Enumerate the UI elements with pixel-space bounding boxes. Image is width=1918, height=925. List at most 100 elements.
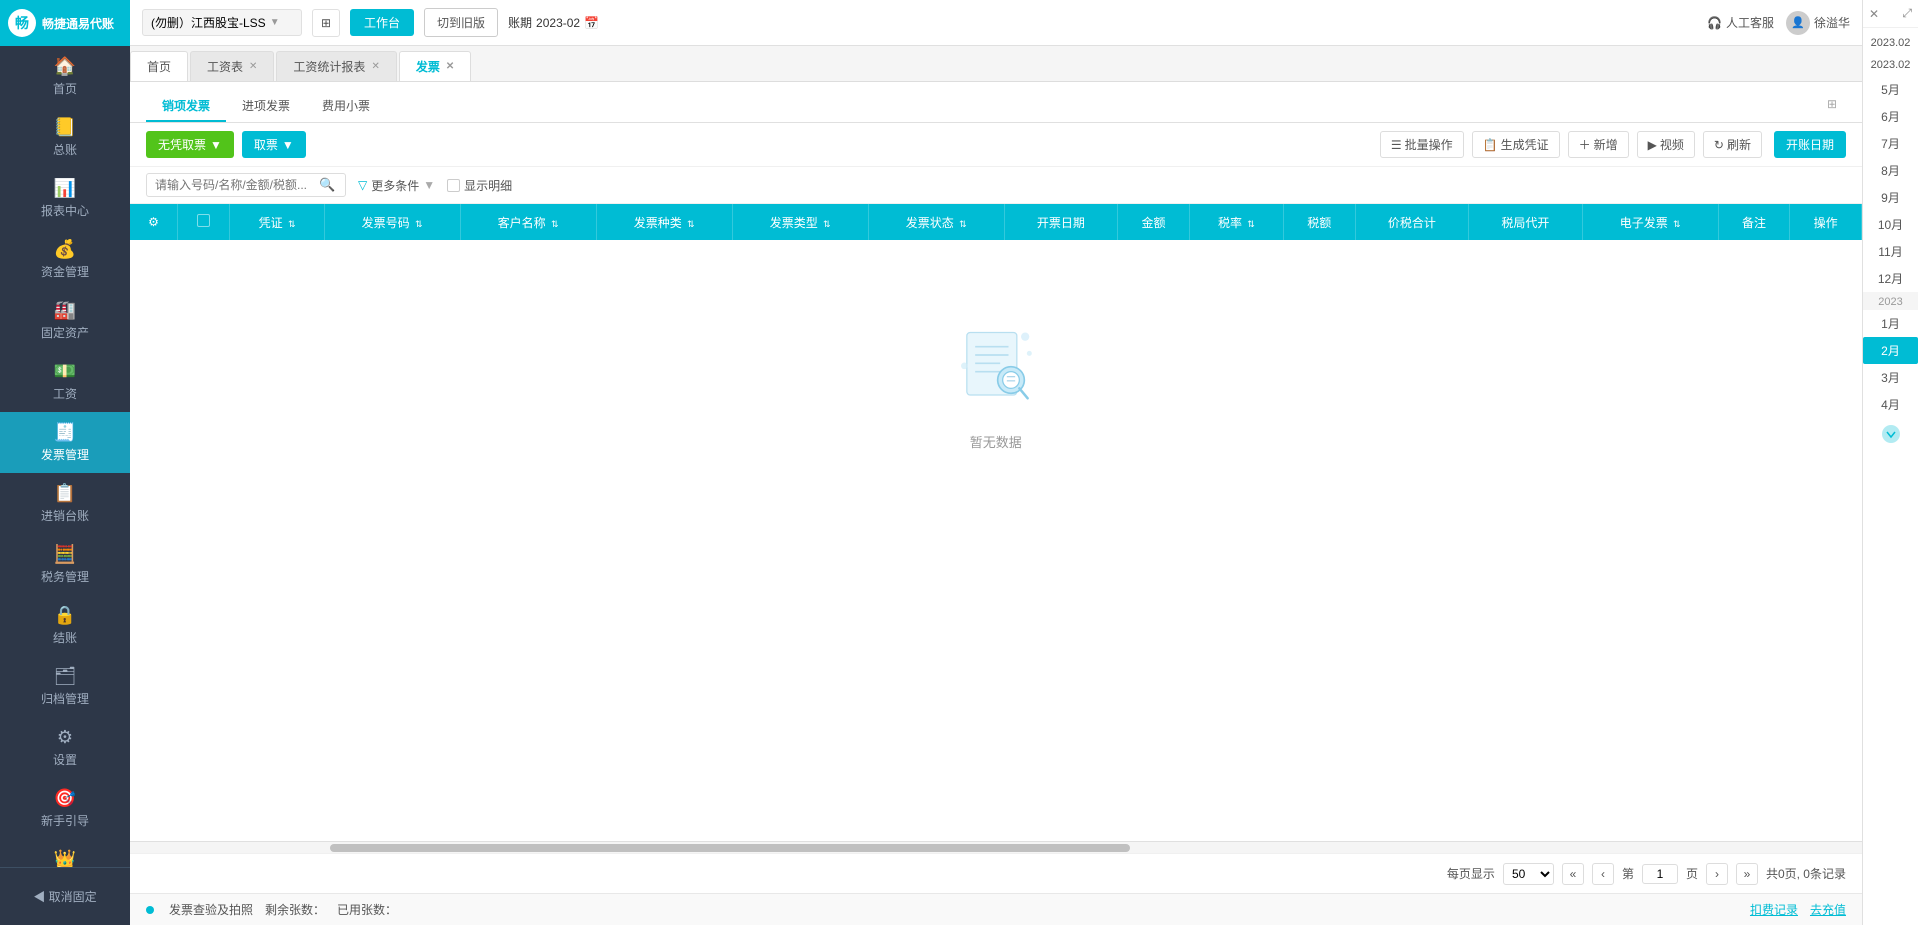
batch-ops-label: 批量操作 <box>1405 136 1453 153</box>
date-item-2023-02-second[interactable]: 2023.02 <box>1863 54 1918 76</box>
generate-voucher-icon: 📋 <box>1483 138 1498 152</box>
sidebar-item-home[interactable]: 🏠首页 <box>0 46 130 107</box>
panel-close-button[interactable]: ✕ <box>1867 5 1881 23</box>
page-size-select[interactable]: 50 20 100 <box>1503 863 1554 885</box>
scrollbar-thumb[interactable] <box>330 844 1130 852</box>
recharge-link[interactable]: 去充值 <box>1810 901 1846 918</box>
company-selector[interactable]: (勿删）江西股宝-LSS ▼ <box>142 9 302 36</box>
sort-voucher-icon: ⇅ <box>288 219 296 229</box>
sidebar-bottom[interactable]: ◀ 取消固定 <box>0 867 130 925</box>
workspace-button[interactable]: 工作台 <box>350 9 414 36</box>
member-icon: 👑 <box>54 849 76 867</box>
more-filter-button[interactable]: ▽ 更多条件 ▼ <box>358 177 435 194</box>
grid-view-icon[interactable]: ⊞ <box>1818 90 1846 118</box>
year-label-2023: 2023 <box>1863 292 1918 310</box>
date-item-7[interactable]: 7月 <box>1863 130 1918 157</box>
generate-voucher-label: 生成凭证 <box>1501 136 1549 153</box>
col-operations: 操作 <box>1790 204 1862 240</box>
ledger-icon: 📒 <box>54 117 76 138</box>
generate-voucher-button[interactable]: 📋 生成凭证 <box>1472 131 1560 158</box>
search-icon[interactable]: 🔍 <box>319 177 335 193</box>
date-item-9[interactable]: 9月 <box>1863 184 1918 211</box>
col-checkbox[interactable] <box>178 204 230 240</box>
more-filter-label: 更多条件 <box>371 177 419 194</box>
col-settings[interactable]: ⚙ <box>130 204 178 240</box>
date-item-11[interactable]: 11月 <box>1863 238 1918 265</box>
col-invoice-type[interactable]: 发票种类 ⇅ <box>596 204 732 240</box>
col-invoice-status[interactable]: 发票状态 ⇅ <box>868 204 1004 240</box>
take-button[interactable]: 取票 ▼ <box>242 131 306 158</box>
sidebar: 畅 畅捷通易代账 🏠首页📒总账📊报表中心💰资金管理🏭固定资产💵工资🧾发票管理📋进… <box>0 0 130 925</box>
sidebar-item-member[interactable]: 👑畅会员 <box>0 839 130 867</box>
sidebar-item-settings[interactable]: ⚙设置 <box>0 717 130 778</box>
tab-home[interactable]: 首页 <box>130 51 188 81</box>
last-page-button[interactable]: » <box>1736 863 1758 885</box>
date-item-8[interactable]: 8月 <box>1863 157 1918 184</box>
sub-tab-sales[interactable]: 销项发票 <box>146 91 226 122</box>
tab-invoice-close[interactable]: ✕ <box>446 61 454 72</box>
sidebar-item-invoice[interactable]: 🧾发票管理 <box>0 412 130 473</box>
date-item-2023-3[interactable]: 3月 <box>1863 364 1918 391</box>
page-input[interactable] <box>1642 864 1678 884</box>
col-e-invoice[interactable]: 电子发票 ⇅ <box>1582 204 1718 240</box>
horizontal-scrollbar[interactable] <box>130 841 1862 853</box>
check-label: 发票查验及拍照 <box>169 901 253 918</box>
tab-salary[interactable]: 工资表 ✕ <box>190 51 274 81</box>
sidebar-item-ledger[interactable]: 📒总账 <box>0 107 130 168</box>
col-voucher[interactable]: 凭证 ⇅ <box>230 204 324 240</box>
date-item-2023-02-first[interactable]: 2023.02 <box>1863 32 1918 54</box>
col-customer[interactable]: 客户名称 ⇅ <box>460 204 596 240</box>
tab-salary-stats-close[interactable]: ✕ <box>371 61 379 72</box>
search-input[interactable] <box>155 178 315 192</box>
sub-tab-expense[interactable]: 费用小票 <box>306 91 386 122</box>
sidebar-item-assets[interactable]: 🏭固定资产 <box>0 290 130 351</box>
user-profile[interactable]: 👤 徐溢华 <box>1786 11 1850 35</box>
copy-icon[interactable]: ⊞ <box>312 9 340 37</box>
tab-invoice[interactable]: 发票 ✕ <box>399 51 471 81</box>
show-detail-checkbox[interactable] <box>447 179 460 192</box>
col-tax-rate[interactable]: 税率 ⇅ <box>1189 204 1283 240</box>
date-item-10[interactable]: 10月 <box>1863 211 1918 238</box>
first-page-button[interactable]: « <box>1562 863 1584 885</box>
date-item-5[interactable]: 5月 <box>1863 76 1918 103</box>
batch-ops-button[interactable]: ☰ 批量操作 <box>1380 131 1464 158</box>
sidebar-item-archive[interactable]: 🗂归档管理 <box>0 656 130 717</box>
calendar-icon[interactable]: 📅 <box>584 16 599 30</box>
panel-expand-button[interactable]: ⤢ <box>1900 4 1914 23</box>
tab-salary-close[interactable]: ✕ <box>249 61 257 72</box>
tab-salary-stats[interactable]: 工资统计报表 ✕ <box>276 51 396 81</box>
deduction-record-link[interactable]: 扣费记录 <box>1750 901 1798 918</box>
date-item-2023-2[interactable]: 2月 <box>1863 337 1918 364</box>
next-page-button[interactable]: › <box>1706 863 1728 885</box>
sidebar-collapse-btn[interactable]: ◀ 取消固定 <box>0 878 130 915</box>
sidebar-item-close[interactable]: 🔒结账 <box>0 595 130 656</box>
col-invoice-category[interactable]: 发票类型 ⇅ <box>732 204 868 240</box>
no-voucher-button[interactable]: 无凭取票 ▼ <box>146 131 234 158</box>
sidebar-item-sales[interactable]: 📋进销台账 <box>0 473 130 534</box>
prev-page-button[interactable]: ‹ <box>1592 863 1614 885</box>
sub-tab-purchase[interactable]: 进项发票 <box>226 91 306 122</box>
scroll-down-icon[interactable] <box>1881 424 1901 444</box>
sidebar-item-salary[interactable]: 💵工资 <box>0 351 130 412</box>
take-chevron-icon: ▼ <box>282 138 294 152</box>
date-item-6[interactable]: 6月 <box>1863 103 1918 130</box>
sales-icon: 📋 <box>54 483 76 504</box>
col-invoice-no[interactable]: 发票号码 ⇅ <box>324 204 460 240</box>
date-item-12[interactable]: 12月 <box>1863 265 1918 292</box>
date-item-2023-1[interactable]: 1月 <box>1863 310 1918 337</box>
show-detail-toggle[interactable]: 显示明细 <box>447 177 512 194</box>
refresh-button[interactable]: ↻ 刷新 <box>1703 131 1762 158</box>
sidebar-item-funds[interactable]: 💰资金管理 <box>0 229 130 290</box>
sidebar-item-tax[interactable]: 🧮税务管理 <box>0 534 130 595</box>
switch-old-button[interactable]: 切到旧版 <box>424 8 498 37</box>
sidebar-item-reports[interactable]: 📊报表中心 <box>0 168 130 229</box>
customer-service[interactable]: 🎧 人工客服 <box>1707 14 1774 31</box>
table-wrap: ⚙ 凭证 ⇅ 发票号码 ⇅ 客户名称 ⇅ 发票种类 ⇅ 发票类型 ⇅ 发票状态 … <box>130 204 1862 841</box>
page-word: 第 <box>1622 865 1634 882</box>
open-date-button[interactable]: 开账日期 <box>1774 131 1846 158</box>
video-button[interactable]: ▶ 视频 <box>1637 131 1695 158</box>
sub-tab-expense-label: 费用小票 <box>322 99 370 113</box>
new-button[interactable]: ＋ 新增 <box>1568 131 1629 158</box>
date-item-2023-4[interactable]: 4月 <box>1863 391 1918 418</box>
sidebar-item-guide[interactable]: 🎯新手引导 <box>0 778 130 839</box>
